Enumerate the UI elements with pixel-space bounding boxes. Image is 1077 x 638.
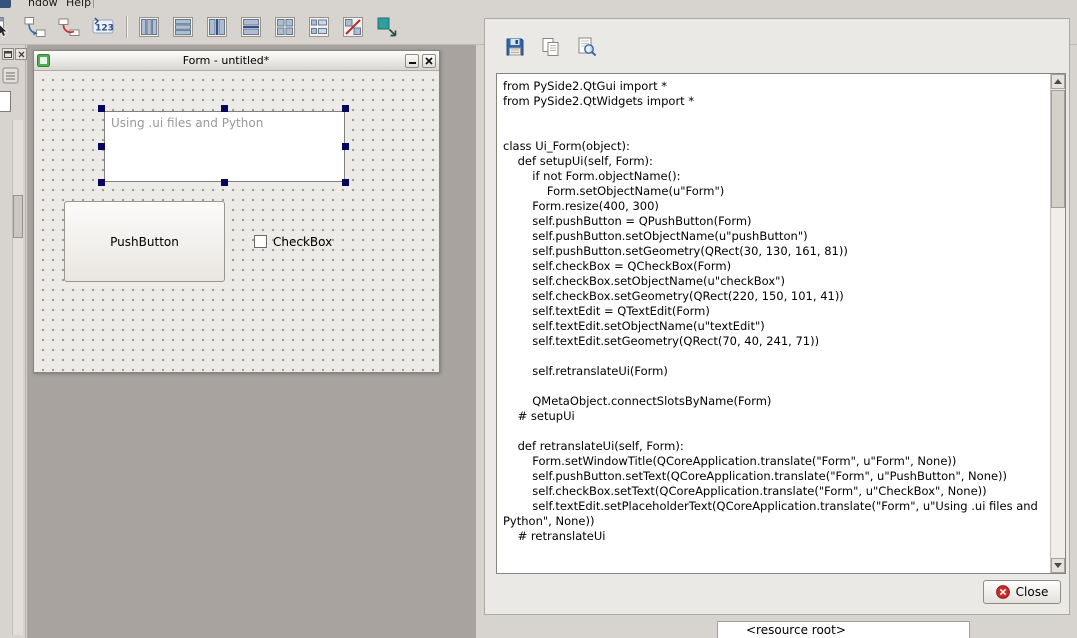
- widget-box-panel-edge: [0, 45, 26, 638]
- selection-handle-s[interactable]: [221, 179, 228, 186]
- view-code-dialog: from PySide2.QtGui import * from PySide2…: [484, 18, 1070, 615]
- lay-out-horizontally-in-splitter-icon[interactable]: [204, 14, 230, 40]
- form-designer-window: Form - untitled* Using .ui files and Pyt…: [33, 50, 440, 373]
- edit-buddies-icon[interactable]: [56, 14, 82, 40]
- menu-window[interactable]: ndow: [28, 0, 58, 9]
- arrow-down-icon: [1054, 563, 1062, 568]
- resource-root-item[interactable]: <resource root>: [746, 623, 846, 637]
- code-scrollbar-thumb[interactable]: [1051, 90, 1065, 208]
- dialog-close-label: Close: [1016, 585, 1049, 599]
- menu-help[interactable]: Help: [66, 0, 91, 9]
- edit-signals-slots-icon[interactable]: [22, 14, 48, 40]
- resource-browser-fragment: <resource root>: [717, 621, 970, 638]
- selection-handle-n[interactable]: [221, 105, 228, 112]
- dialog-close-button[interactable]: Close: [983, 580, 1061, 604]
- selection-handle-nw[interactable]: [98, 105, 105, 112]
- break-layout-icon[interactable]: [340, 14, 366, 40]
- selection-handle-w[interactable]: [98, 143, 105, 150]
- lay-out-horizontally-icon[interactable]: [136, 14, 162, 40]
- adjust-size-icon[interactable]: [374, 14, 400, 40]
- selection-handle-sw[interactable]: [98, 179, 105, 186]
- qt-designer-screen: ndow Help: [0, 0, 1077, 638]
- selection-handle-ne[interactable]: [342, 105, 349, 112]
- code-dialog-toolbar: [503, 35, 599, 59]
- lay-out-in-grid-icon[interactable]: [272, 14, 298, 40]
- form-window-title: Form - untitled*: [50, 54, 402, 67]
- scroll-up-button[interactable]: [1051, 74, 1065, 89]
- widget-box-filter-icon[interactable]: [2, 67, 19, 87]
- close-circle-icon: [996, 585, 1010, 599]
- find-icon[interactable]: [575, 35, 599, 59]
- code-text[interactable]: from PySide2.QtGui import * from PySide2…: [497, 74, 1050, 573]
- minimize-button[interactable]: [405, 54, 419, 68]
- form-window-titlebar[interactable]: Form - untitled*: [34, 51, 439, 71]
- dock-float-button[interactable]: [2, 48, 14, 60]
- selection-handle-se[interactable]: [342, 179, 349, 186]
- lay-out-vertically-icon[interactable]: [170, 14, 196, 40]
- save-icon[interactable]: [503, 35, 527, 59]
- checkbox-widget[interactable]: CheckBox: [254, 221, 355, 262]
- textedit-widget[interactable]: Using .ui files and Python: [104, 111, 345, 182]
- textedit-placeholder: Using .ui files and Python: [111, 116, 263, 130]
- checkbox-indicator[interactable]: [254, 235, 267, 248]
- selection-handle-e[interactable]: [342, 143, 349, 150]
- menu-separator: [93, 0, 94, 8]
- checkbox-label: CheckBox: [273, 235, 332, 249]
- toolbar-separator: [126, 16, 128, 38]
- form-canvas[interactable]: Using .ui files and Python PushButton Ch…: [34, 71, 439, 372]
- pushbutton-widget[interactable]: PushButton: [64, 201, 225, 282]
- code-scrollbar[interactable]: [1050, 74, 1065, 573]
- designer-form-icon: [37, 54, 50, 67]
- edit-widgets-icon[interactable]: [0, 14, 14, 40]
- menu-bar: ndow Help: [0, 0, 1077, 9]
- close-icon: [425, 57, 433, 65]
- lay-out-in-form-layout-icon[interactable]: [306, 14, 332, 40]
- copy-icon[interactable]: [539, 35, 563, 59]
- code-area: from PySide2.QtGui import * from PySide2…: [496, 73, 1066, 574]
- close-button[interactable]: [422, 54, 436, 68]
- widget-box-scrollbar[interactable]: [12, 120, 23, 635]
- arrow-up-icon: [1054, 79, 1062, 84]
- scroll-down-button[interactable]: [1051, 558, 1065, 573]
- tab-order-digits: 123: [95, 23, 114, 33]
- widget-filter-input-fragment[interactable]: [0, 91, 11, 112]
- clipped-toolbar-icon-fragment: [0, 0, 11, 8]
- minimize-icon: [409, 62, 416, 64]
- dock-close-button[interactable]: [15, 48, 27, 60]
- widget-box-scrollbar-thumb[interactable]: [13, 195, 23, 238]
- edit-tab-order-icon[interactable]: 123: [90, 14, 116, 40]
- lay-out-vertically-in-splitter-icon[interactable]: [238, 14, 264, 40]
- mdi-area: Form - untitled* Using .ui files and Pyt…: [27, 45, 476, 638]
